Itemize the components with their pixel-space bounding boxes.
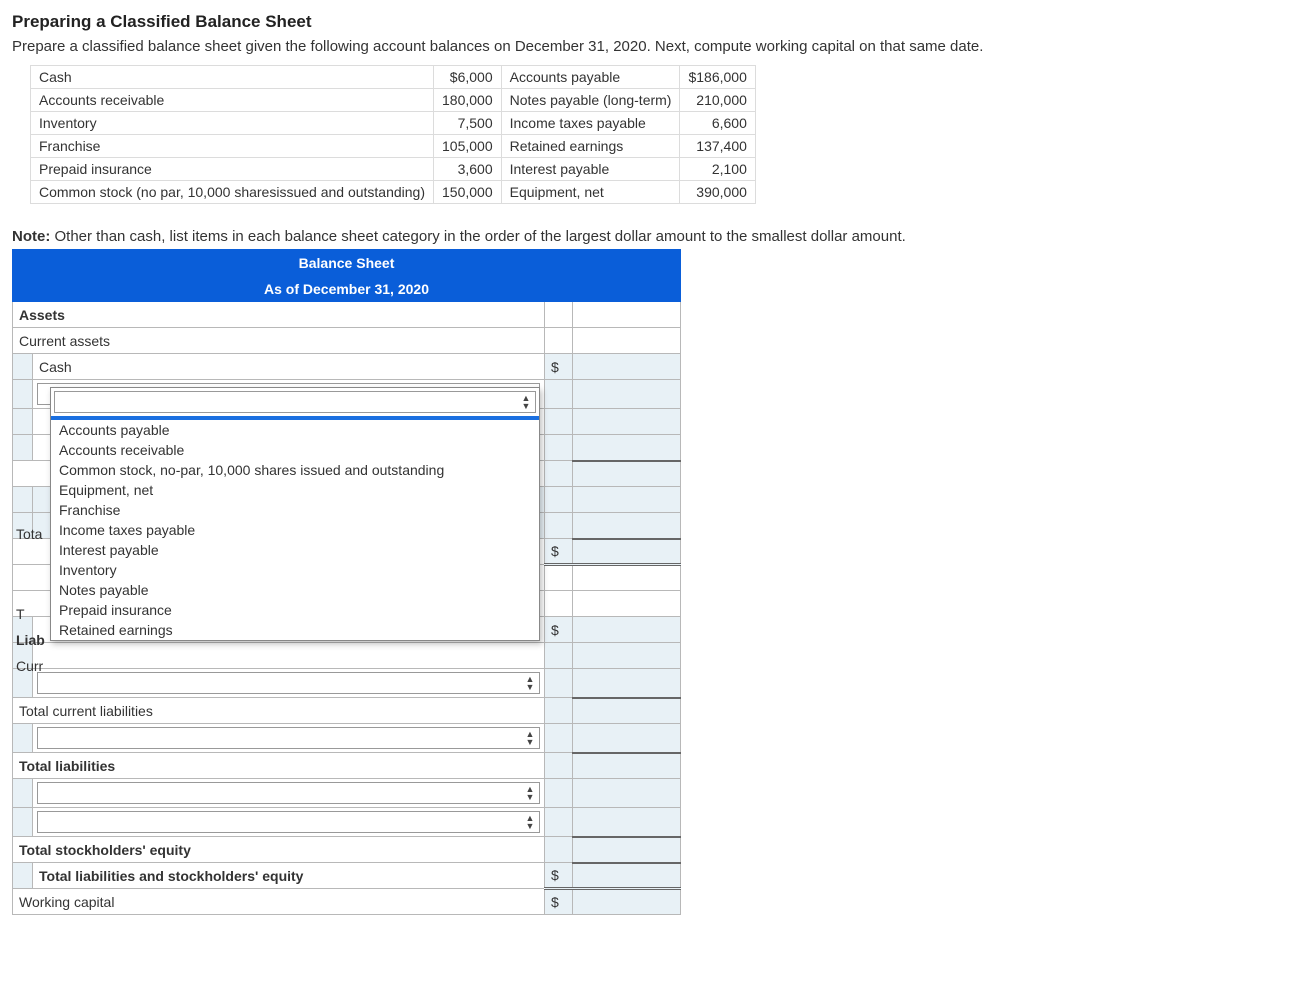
account-value: $186,000	[680, 66, 755, 89]
account-label: Retained earnings	[501, 135, 680, 158]
dropdown-option[interactable]: Retained earnings	[51, 620, 539, 640]
currency-symbol: $	[545, 889, 573, 915]
note: Note: Other than cash, list items in eac…	[12, 228, 1282, 245]
account-value: 180,000	[434, 89, 502, 112]
account-label: Common stock (no par, 10,000 sharesissue…	[31, 181, 434, 204]
total-liab-se-value[interactable]	[573, 863, 681, 889]
cash-value-input[interactable]	[573, 354, 681, 380]
dropdown-option[interactable]: Accounts payable	[51, 420, 539, 440]
updown-icon: ▲▼	[523, 730, 537, 746]
account-label: Prepaid insurance	[31, 158, 434, 181]
value-input[interactable]	[573, 380, 681, 409]
total-liab-se-label: Total liabilities and stockholders' equi…	[33, 863, 545, 889]
total-liabilities-label: Total liabilities	[13, 753, 545, 779]
account-value: 105,000	[434, 135, 502, 158]
account-value: 7,500	[434, 112, 502, 135]
value-input[interactable]	[573, 808, 681, 837]
table-row: Franchise 105,000 Retained earnings 137,…	[31, 135, 756, 158]
account-value: 210,000	[680, 89, 755, 112]
account-label: Accounts receivable	[31, 89, 434, 112]
value-input[interactable]	[573, 669, 681, 698]
total-current-liabilities-label: Total current liabilities	[13, 698, 545, 724]
table-row: Inventory 7,500 Income taxes payable 6,6…	[31, 112, 756, 135]
account-label: Notes payable (long-term)	[501, 89, 680, 112]
note-bold: Note:	[12, 228, 50, 245]
value-input[interactable]	[573, 724, 681, 753]
value-input[interactable]	[573, 435, 681, 461]
account-label: Interest payable	[501, 158, 680, 181]
total-se-label: Total stockholders' equity	[13, 837, 545, 863]
currency-symbol: $	[545, 617, 573, 643]
given-balances-table: Cash $6,000 Accounts payable $186,000 Ac…	[30, 65, 756, 204]
table-row: Common stock (no par, 10,000 sharesissue…	[31, 181, 756, 204]
account-value: 390,000	[680, 181, 755, 204]
account-value: 137,400	[680, 135, 755, 158]
dropdown-option[interactable]: Franchise	[51, 500, 539, 520]
page-title: Preparing a Classified Balance Sheet	[12, 12, 1282, 32]
account-label: Inventory	[31, 112, 434, 135]
account-value: 3,600	[434, 158, 502, 181]
total-liabilities-value[interactable]	[573, 753, 681, 779]
value-input[interactable]	[573, 513, 681, 539]
account-label: Cash	[31, 66, 434, 89]
working-capital-label: Working capital	[13, 889, 545, 915]
ws-header-title: Balance Sheet	[13, 250, 681, 276]
table-row: Cash $6,000 Accounts payable $186,000	[31, 66, 756, 89]
total-current-assets-value[interactable]	[573, 461, 681, 487]
updown-icon: ▲▼	[523, 814, 537, 830]
cash-label: Cash	[33, 354, 545, 380]
dropdown-option[interactable]: Interest payable	[51, 540, 539, 560]
value-input[interactable]	[573, 487, 681, 513]
value-input[interactable]	[573, 779, 681, 808]
account-value: 6,600	[680, 112, 755, 135]
current-assets-heading: Current assets	[13, 328, 545, 354]
note-text: Other than cash, list items in each bala…	[50, 228, 905, 245]
currency-symbol: $	[545, 539, 573, 565]
updown-icon: ▲▼	[523, 785, 537, 801]
account-label: Franchise	[31, 135, 434, 158]
account-value: $6,000	[434, 66, 502, 89]
account-label: Income taxes payable	[501, 112, 680, 135]
updown-icon: ▲▼	[523, 675, 537, 691]
account-select[interactable]: ▲▼	[37, 811, 540, 833]
dropdown-option[interactable]: Common stock, no-par, 10,000 shares issu…	[51, 460, 539, 480]
updown-icon: ▲▼	[519, 394, 533, 410]
label-fragment: T	[12, 604, 50, 624]
value-input[interactable]	[573, 409, 681, 435]
table-row: Accounts receivable 180,000 Notes payabl…	[31, 89, 756, 112]
value-input[interactable]	[573, 617, 681, 643]
total-se-value[interactable]	[573, 837, 681, 863]
account-select[interactable]: ▲▼	[37, 727, 540, 749]
account-select[interactable]: ▲▼	[37, 782, 540, 804]
dropdown-option[interactable]: Notes payable	[51, 580, 539, 600]
account-value: 150,000	[434, 181, 502, 204]
dropdown-option[interactable]: Inventory	[51, 560, 539, 580]
table-row: Prepaid insurance 3,600 Interest payable…	[31, 158, 756, 181]
account-dropdown-open[interactable]: ▲▼ Accounts payable Accounts receivable …	[50, 387, 540, 641]
dropdown-option[interactable]: Equipment, net	[51, 480, 539, 500]
total-assets-value[interactable]	[573, 539, 681, 565]
label-fragment: Tota	[12, 524, 50, 544]
total-current-liabilities-value[interactable]	[573, 698, 681, 724]
value-input[interactable]	[573, 643, 681, 669]
account-label: Accounts payable	[501, 66, 680, 89]
account-select[interactable]: ▲▼	[37, 672, 540, 694]
dropdown-option[interactable]: Income taxes payable	[51, 520, 539, 540]
account-label: Equipment, net	[501, 181, 680, 204]
currency-symbol: $	[545, 863, 573, 889]
label-fragment: Liab	[12, 630, 50, 650]
label-fragment: Curr	[12, 656, 50, 676]
working-capital-value[interactable]	[573, 889, 681, 915]
currency-symbol: $	[545, 354, 573, 380]
dropdown-option[interactable]: Accounts receivable	[51, 440, 539, 460]
dropdown-option[interactable]: Prepaid insurance	[51, 600, 539, 620]
ws-header-date: As of December 31, 2020	[13, 276, 681, 302]
instructions: Prepare a classified balance sheet given…	[12, 38, 1282, 55]
account-value: 2,100	[680, 158, 755, 181]
assets-heading: Assets	[13, 302, 545, 328]
dropdown-input[interactable]: ▲▼	[54, 391, 536, 413]
